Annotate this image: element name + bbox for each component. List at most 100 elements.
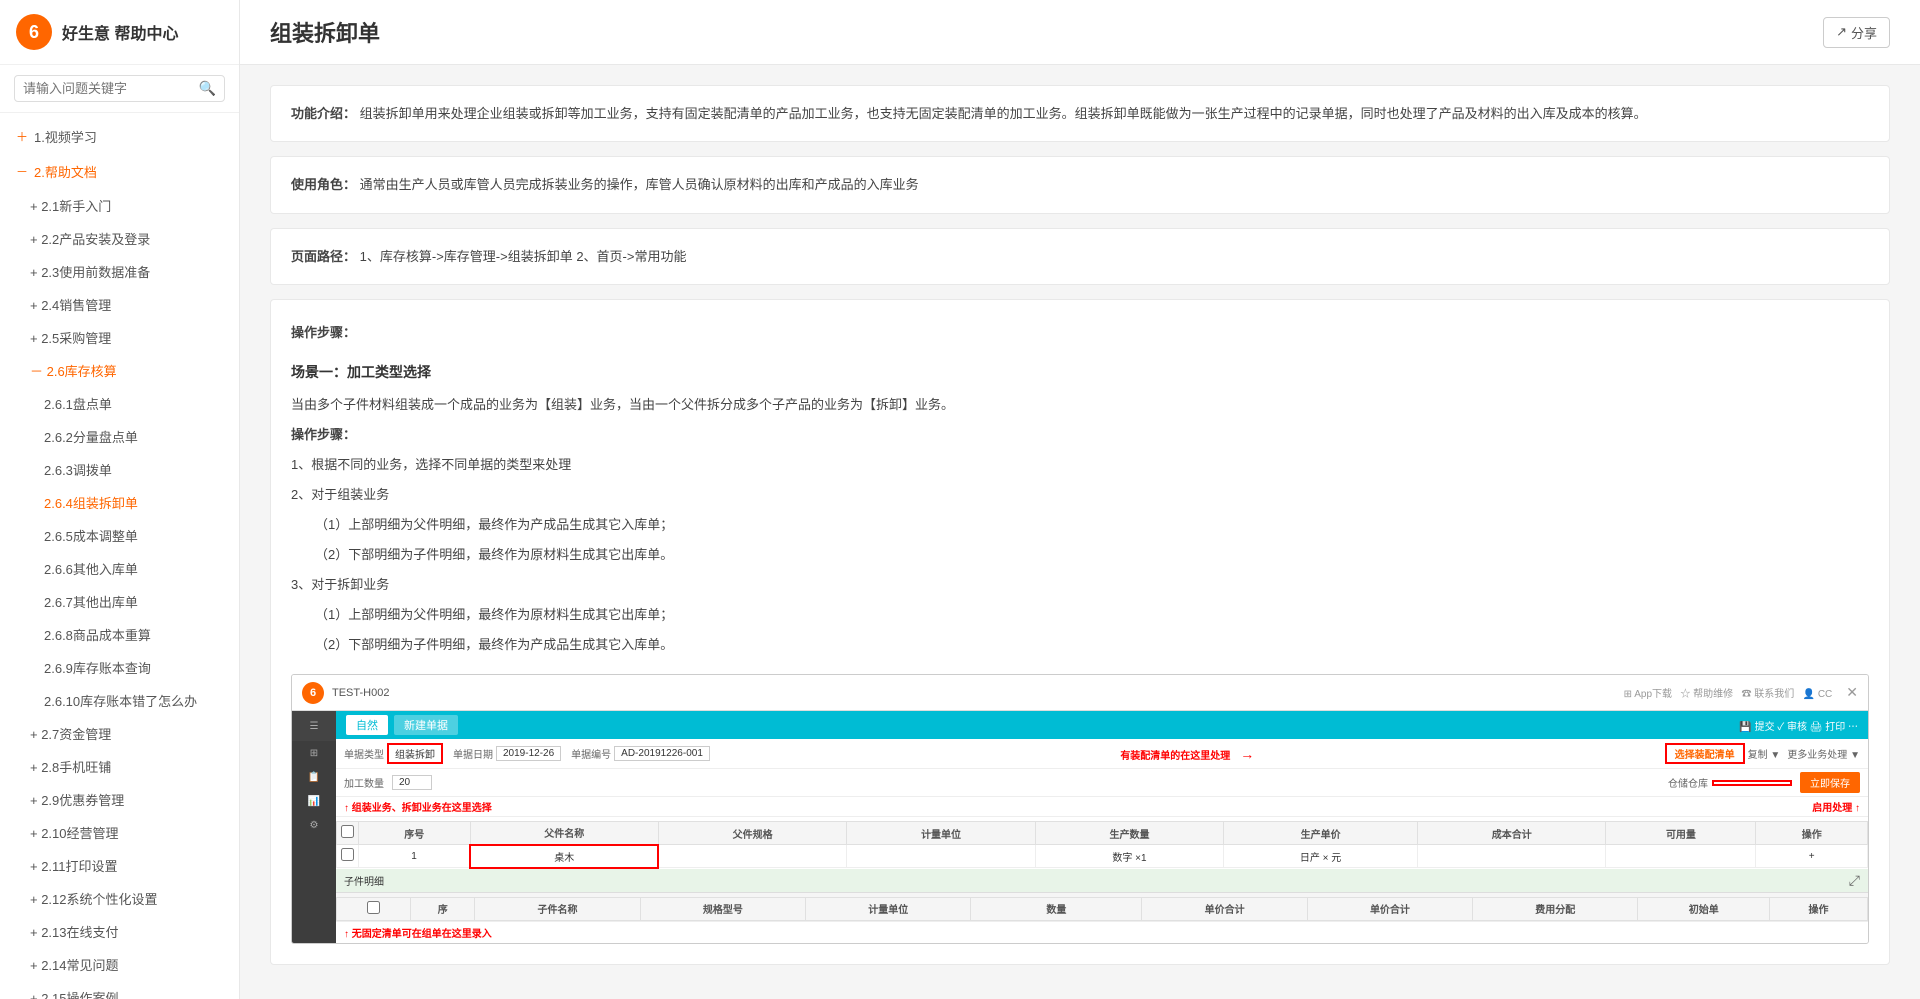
sidebar-item-docs-214[interactable]: + 2.14常见问题 bbox=[0, 948, 239, 981]
sidebar-item-docs-29[interactable]: + 2.9优惠券管理 bbox=[0, 783, 239, 816]
sidebar-item-docs-213[interactable]: + 2.13在线支付 bbox=[0, 915, 239, 948]
fake-tab-natural[interactable]: 自然 bbox=[346, 715, 388, 735]
sub-item-label: + 2.15操作案例 bbox=[30, 991, 119, 999]
fake-lower-table-head: 序 子件名称 规格型号 计量单位 数量 单价合计 单价合计 费用分配 bbox=[337, 897, 1868, 920]
fake-main-panel: 自然 新建单据 💾 提交 ✓ 审核 🖨 打印 ⋯ 单据类型 组装拆卸 bbox=[336, 711, 1868, 943]
sidebar-item-docs-21[interactable]: + 2.1新手入门 bbox=[0, 189, 239, 222]
fake-header-actions: 💾 提交 ✓ 审核 🖨 打印 ⋯ bbox=[1739, 718, 1858, 733]
fake-field-date: 单据日期 2019-12-26 bbox=[453, 746, 561, 761]
fake-ann1: 有装配清单的在这里处理 bbox=[1120, 751, 1230, 762]
fake-th-cost-total: 成本合计 bbox=[1418, 822, 1606, 845]
sidebar-item-docs-23[interactable]: + 2.3使用前数据准备 bbox=[0, 255, 239, 288]
sidebar-item-docs-211[interactable]: + 2.11打印设置 bbox=[0, 849, 239, 882]
sidebar-item-docs-267[interactable]: 2.6.7其他出库单 bbox=[0, 585, 239, 618]
step2-sub2: （2）下部明细为子件明细，最终作为原材料生成其它出库单。 bbox=[315, 542, 1869, 568]
sidebar-item-docs-266[interactable]: 2.6.6其他入库单 bbox=[0, 552, 239, 585]
sub-item-label: 2.6.9库存账本查询 bbox=[44, 661, 151, 676]
fake-warehouse-label: 仓储仓库 bbox=[1668, 775, 1708, 790]
sidebar-item-docs-269[interactable]: 2.6.9库存账本查询 bbox=[0, 651, 239, 684]
ops-section: 操作步骤： 场景一：加工类型选择 当由多个子件材料组装成一个成品的业务为【组装】… bbox=[270, 299, 1890, 965]
sidebar-item-docs-26[interactable]: － 2.6库存核算 bbox=[0, 354, 239, 387]
sidebar-item-docs-22[interactable]: + 2.2产品安装及登录 bbox=[0, 222, 239, 255]
sidebar-item-docs-27[interactable]: + 2.7资金管理 bbox=[0, 717, 239, 750]
fake-td-seq: 1 bbox=[359, 845, 471, 868]
role-box: 使用角色： 通常由生产人员或库管人员完成拆装业务的操作，库管人员确认原材料的出库… bbox=[270, 156, 1890, 213]
ops-label: 操作步骤： bbox=[291, 320, 1869, 346]
search-box: 🔍 bbox=[14, 75, 225, 102]
sidebar-item-docs-24[interactable]: + 2.4销售管理 bbox=[0, 288, 239, 321]
fake-right-controls: 选择装配清单 复制 ▼ 更多业务处理 ▼ bbox=[1665, 743, 1860, 764]
step3: 3、对于拆卸业务 bbox=[291, 572, 1869, 598]
search-input[interactable] bbox=[23, 81, 199, 96]
scenario1-title: 场景一：加工类型选择 bbox=[291, 358, 1869, 386]
sidebar-item-docs-265[interactable]: 2.6.5成本调整单 bbox=[0, 519, 239, 552]
fake-lth-fee: 费用分配 bbox=[1473, 897, 1638, 920]
sidebar-item-docs-215[interactable]: + 2.15操作案例 bbox=[0, 981, 239, 999]
fake-th-unit: 计量单位 bbox=[847, 822, 1035, 845]
logo-area: 6 好生意 帮助中心 bbox=[0, 0, 239, 65]
sidebar-item-docs-210[interactable]: + 2.10经营管理 bbox=[0, 816, 239, 849]
fake-nav-icon1: ☰ bbox=[292, 711, 336, 741]
fake-field-type: 单据类型 组装拆卸 bbox=[344, 743, 443, 764]
fake-lth-qty: 数量 bbox=[971, 897, 1142, 920]
fake-th-father-spec: 父件规格 bbox=[658, 822, 846, 845]
fake-td-unit bbox=[847, 845, 1035, 868]
step2-sub1: （1）上部明细为父件明细，最终作为产成品生成其它入库单； bbox=[315, 512, 1869, 538]
fake-qty-label: 加工数量 bbox=[344, 775, 384, 790]
fake-th-father-name: 父件名称 bbox=[470, 822, 658, 845]
search-icon[interactable]: 🔍 bbox=[199, 80, 216, 97]
fake-nav-icon2: ⊞ bbox=[292, 741, 336, 765]
fake-topnav: ⊞ App下载 ☆ 帮助维修 ☎ 联系我们 👤 CC bbox=[1624, 685, 1833, 700]
sidebar-item-docs-25[interactable]: + 2.5采购管理 bbox=[0, 321, 239, 354]
step3-sub1: （1）上部明细为父件明细，最终作为原材料生成其它出库单； bbox=[315, 602, 1869, 628]
fake-lower-table-header-bar: 子件明细 ⤢ bbox=[336, 869, 1868, 893]
sidebar-item-docs-2610[interactable]: 2.6.10库存账本错了怎么办 bbox=[0, 684, 239, 717]
sidebar-item-docs-28[interactable]: + 2.8手机旺铺 bbox=[0, 750, 239, 783]
content-body: 功能介绍： 组装拆卸单用来处理企业组装或拆卸等加工业务，支持有固定装配清单的产品… bbox=[240, 65, 1920, 999]
sidebar-item-docs-261[interactable]: 2.6.1盘点单 bbox=[0, 387, 239, 420]
fake-date-label: 单据日期 bbox=[453, 746, 493, 761]
fake-save-btn[interactable]: 立即保存 bbox=[1800, 772, 1860, 793]
fake-td-spec bbox=[658, 845, 846, 868]
fake-td-check bbox=[337, 845, 359, 868]
fake-nav-icon3: 📋 bbox=[292, 765, 336, 789]
fake-type-value: 组装拆卸 bbox=[387, 743, 443, 764]
scenario1-desc: 当由多个子件材料组装成一个成品的业务为【组装】业务，当由一个父件拆分成多个子产品… bbox=[291, 392, 1869, 418]
sidebar-item-label: 1.视频学习 bbox=[34, 127, 97, 146]
share-button[interactable]: ↗ 分享 bbox=[1823, 17, 1890, 48]
sidebar-item-docs-262[interactable]: 2.6.2分量盘点单 bbox=[0, 420, 239, 453]
screenshot-container: 6 TEST-H002 ⊞ App下载 ☆ 帮助维修 ☎ 联系我们 👤 CC ✕… bbox=[291, 674, 1869, 944]
fake-fullscreen-icon[interactable]: ⤢ bbox=[1849, 872, 1860, 889]
sidebar-item-docs-268[interactable]: 2.6.8商品成本重算 bbox=[0, 618, 239, 651]
sidebar-item-docs-264[interactable]: 2.6.4组装拆卸单 bbox=[0, 486, 239, 519]
sub-item-label: － 2.6库存核算 bbox=[30, 364, 117, 379]
app-screenshot: 6 TEST-H002 ⊞ App下载 ☆ 帮助维修 ☎ 联系我们 👤 CC ✕… bbox=[291, 674, 1869, 944]
fake-nav-icon5: ⚙ bbox=[292, 813, 336, 837]
fake-select-all[interactable] bbox=[341, 825, 354, 838]
sidebar-item-docs-263[interactable]: 2.6.3调拨单 bbox=[0, 453, 239, 486]
fake-lth-spec: 规格型号 bbox=[640, 897, 805, 920]
sub-item-label: + 2.7资金管理 bbox=[30, 727, 111, 742]
fake-lower-check-all[interactable] bbox=[367, 901, 380, 914]
share-label: 分享 bbox=[1851, 23, 1877, 42]
fake-app-content: ☰ ⊞ 📋 📊 ⚙ bbox=[292, 711, 1868, 943]
sub-item-label: + 2.9优惠券管理 bbox=[30, 793, 124, 808]
fake-select-btn[interactable]: 选择装配清单 bbox=[1665, 743, 1745, 764]
sub-item-label: 2.6.2分量盘点单 bbox=[44, 430, 138, 445]
fake-th-checkbox bbox=[337, 822, 359, 845]
sidebar-item-docs[interactable]: － 2.帮助文档 bbox=[0, 154, 239, 189]
sub-item-label: + 2.8手机旺铺 bbox=[30, 760, 111, 775]
fake-row-check[interactable] bbox=[341, 848, 354, 861]
fake-ann-row: ↑ 组装业务、拆卸业务在这里选择 启用处理 ↑ bbox=[336, 797, 1868, 817]
fake-warehouse-area: 仓储仓库 bbox=[1668, 775, 1792, 790]
fake-lth-unit: 计量单位 bbox=[806, 897, 971, 920]
fake-lth-price2: 单价合计 bbox=[1307, 897, 1472, 920]
fake-close-icon[interactable]: ✕ bbox=[1846, 684, 1858, 701]
fake-logo: 6 bbox=[302, 682, 324, 704]
sub-item-label: + 2.1新手入门 bbox=[30, 199, 111, 214]
sidebar-item-docs-212[interactable]: + 2.12系统个性化设置 bbox=[0, 882, 239, 915]
sidebar-item-video[interactable]: ＋ 1.视频学习 bbox=[0, 119, 239, 154]
fake-warehouse-input[interactable] bbox=[1712, 780, 1792, 786]
fake-th-op: 操作 bbox=[1756, 822, 1868, 845]
fake-tab-new[interactable]: 新建单据 bbox=[394, 715, 458, 735]
